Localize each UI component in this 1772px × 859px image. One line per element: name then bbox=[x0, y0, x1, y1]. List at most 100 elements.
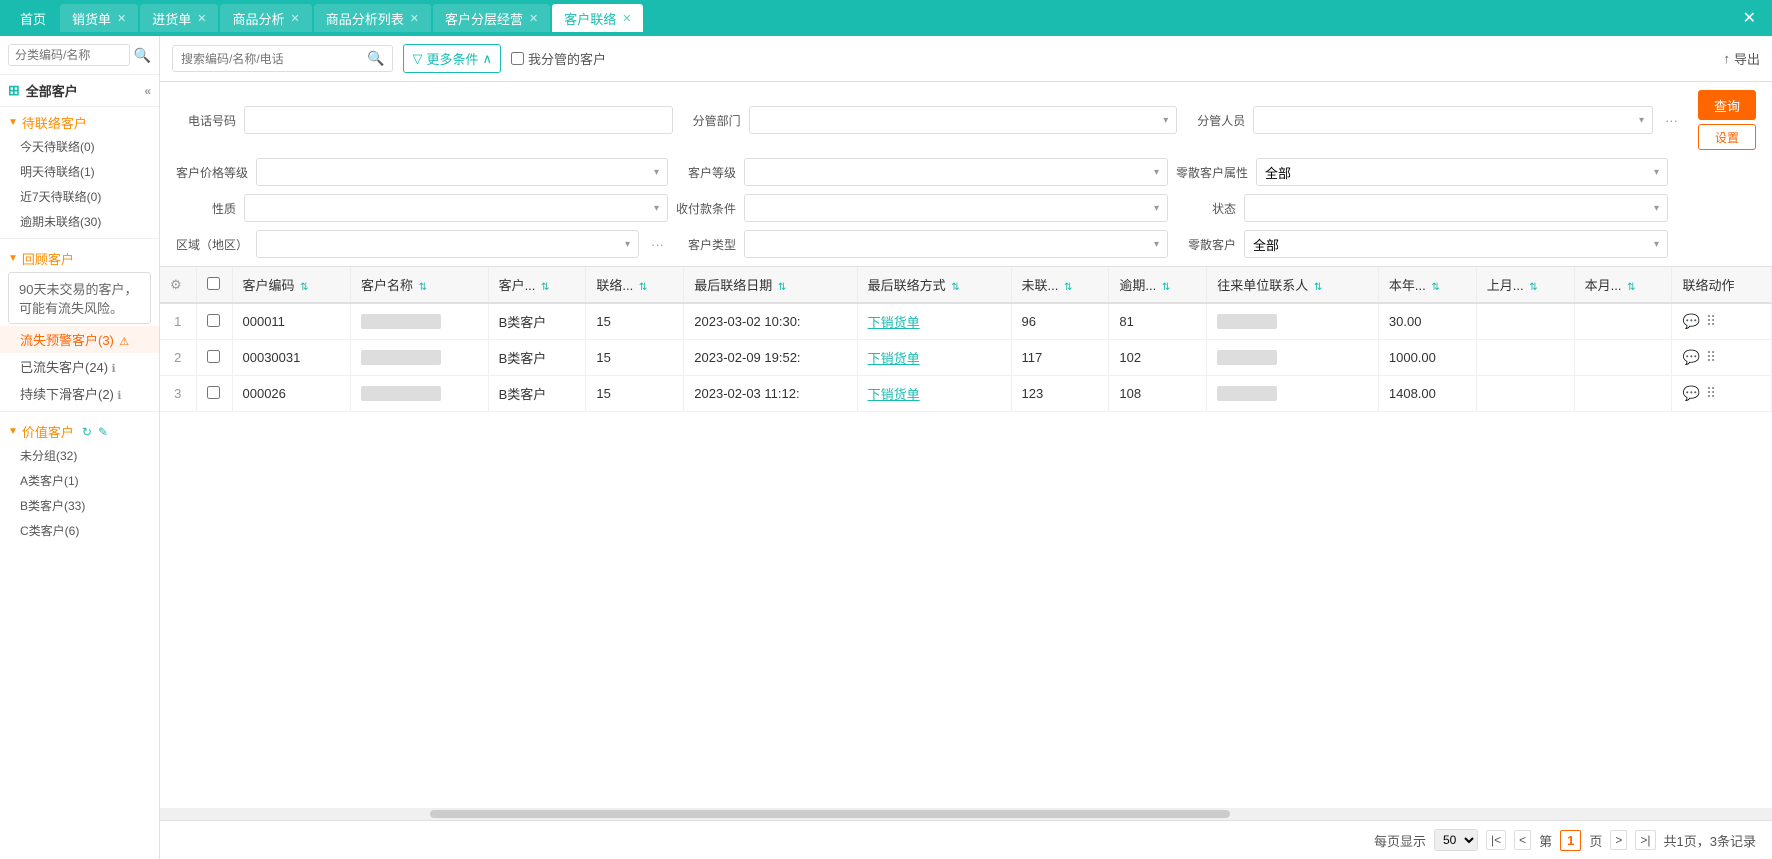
last-method-link-1[interactable]: 下销货单 bbox=[868, 351, 920, 366]
edit-icon[interactable]: ✎ bbox=[98, 425, 108, 439]
sidebar-item-classC[interactable]: C类客户(6) bbox=[0, 518, 159, 543]
query-button[interactable]: 查询 bbox=[1698, 90, 1756, 120]
sidebar-item-classB[interactable]: B类客户(33) bbox=[0, 493, 159, 518]
horizontal-scrollbar[interactable] bbox=[160, 808, 1772, 820]
close-icon-5[interactable]: ✕ bbox=[622, 12, 631, 25]
chat-icon-1[interactable]: 💬 bbox=[1682, 349, 1699, 366]
sort-icon-name[interactable]: ⇅ bbox=[419, 282, 427, 293]
customer-type-select[interactable]: ▾ bbox=[744, 230, 1168, 258]
sidebar-item-overdue[interactable]: 逾期未联络(30) bbox=[0, 209, 159, 234]
more-action-icon-1[interactable]: ⠿ bbox=[1706, 349, 1716, 366]
dept-select[interactable]: ▾ bbox=[749, 106, 1178, 134]
nav-tab-5[interactable]: 客户联络 ✕ bbox=[552, 4, 643, 32]
select-all-checkbox[interactable] bbox=[207, 277, 220, 290]
scrollbar-thumb[interactable] bbox=[430, 810, 1230, 818]
more-action-icon-0[interactable]: ⠿ bbox=[1706, 313, 1716, 330]
sidebar-group-value[interactable]: ▼ 价值客户 ↻ ✎ bbox=[0, 416, 159, 443]
chat-icon-2[interactable]: 💬 bbox=[1682, 385, 1699, 402]
search-input[interactable] bbox=[181, 52, 361, 66]
row-last-method-0[interactable]: 下销货单 bbox=[857, 303, 1011, 340]
col-settings[interactable]: ⚙ bbox=[160, 267, 196, 303]
row-last-method-2[interactable]: 下销货单 bbox=[857, 376, 1011, 412]
sort-icon-contact[interactable]: ⇅ bbox=[639, 282, 647, 293]
last-method-link-2[interactable]: 下销货单 bbox=[868, 387, 920, 402]
chat-icon-0[interactable]: 💬 bbox=[1682, 313, 1699, 330]
row-checkbox-2[interactable] bbox=[196, 376, 232, 412]
sidebar-item-unclassified[interactable]: 未分组(32) bbox=[0, 443, 159, 468]
page-first-button[interactable]: |< bbox=[1486, 830, 1506, 850]
page-next-button[interactable]: > bbox=[1610, 830, 1627, 850]
settings-button[interactable]: 设置 bbox=[1698, 124, 1756, 150]
close-icon-1[interactable]: ✕ bbox=[197, 12, 206, 25]
sidebar-all-customers[interactable]: ⊞ 全部客户 « bbox=[0, 75, 159, 107]
payment-select[interactable]: ▾ bbox=[744, 194, 1168, 222]
page-prev-button[interactable]: < bbox=[1514, 830, 1531, 850]
row-action-0[interactable]: 💬 ⠿ bbox=[1672, 303, 1772, 340]
search-icon[interactable]: 🔍 bbox=[367, 50, 384, 67]
close-icon-3[interactable]: ✕ bbox=[410, 12, 419, 25]
sort-icon-type[interactable]: ⇅ bbox=[541, 282, 549, 293]
per-page-select[interactable]: 50 bbox=[1434, 829, 1478, 851]
close-icon-0[interactable]: ✕ bbox=[117, 12, 126, 25]
more-conditions-button[interactable]: ▽ 更多条件 ∧ bbox=[403, 44, 501, 73]
sparse-customer-select[interactable]: 全部 ▾ bbox=[1244, 230, 1668, 258]
sidebar-group-pending[interactable]: ▼ 待联络客户 bbox=[0, 107, 159, 134]
sort-icon-overdue[interactable]: ⇅ bbox=[1162, 282, 1170, 293]
refresh-icon[interactable]: ↻ bbox=[82, 425, 92, 439]
sort-icon-this-month[interactable]: ⇅ bbox=[1627, 282, 1635, 293]
sidebar-item-7days[interactable]: 近7天待联络(0) bbox=[0, 184, 159, 209]
sidebar-item-churn-warning[interactable]: 流失预警客户(3) ⚠ bbox=[0, 326, 159, 353]
sort-icon-this-year[interactable]: ⇅ bbox=[1431, 282, 1439, 293]
sort-icon-last-date[interactable]: ⇅ bbox=[778, 282, 786, 293]
sidebar-item-churned[interactable]: 已流失客户(24) ℹ bbox=[0, 353, 159, 380]
row-last-date-2: 2023-02-03 11:12: bbox=[684, 376, 857, 412]
sidebar-item-declining[interactable]: 持续下滑客户(2) ℹ bbox=[0, 380, 159, 407]
sidebar-group-review[interactable]: ▼ 回顾客户 bbox=[0, 243, 159, 270]
customer-level-select[interactable]: ▾ bbox=[744, 158, 1168, 186]
row-action-2[interactable]: 💬 ⠿ bbox=[1672, 376, 1772, 412]
region-more-dots[interactable]: ··· bbox=[647, 237, 668, 252]
sparse-attr-select[interactable]: 全部 ▾ bbox=[1256, 158, 1668, 186]
sidebar-item-today[interactable]: 今天待联络(0) bbox=[0, 134, 159, 159]
more-action-icon-2[interactable]: ⠿ bbox=[1706, 385, 1716, 402]
close-icon-2[interactable]: ✕ bbox=[291, 12, 300, 25]
close-icon-4[interactable]: ✕ bbox=[529, 12, 538, 25]
nav-tab-2[interactable]: 商品分析 ✕ bbox=[220, 4, 311, 32]
my-customer-checkbox[interactable]: 我分管的客户 bbox=[511, 49, 606, 68]
sidebar-item-tomorrow[interactable]: 明天待联络(1) bbox=[0, 159, 159, 184]
col-checkbox[interactable] bbox=[196, 267, 232, 303]
page-last-button[interactable]: >| bbox=[1635, 830, 1655, 850]
row-checkbox-0[interactable] bbox=[196, 303, 232, 340]
my-customer-input[interactable] bbox=[511, 52, 524, 65]
sidebar-item-classA[interactable]: A类客户(1) bbox=[0, 468, 159, 493]
nav-tab-4[interactable]: 客户分层经营 ✕ bbox=[433, 4, 550, 32]
export-button[interactable]: ↑ 导出 bbox=[1723, 49, 1760, 68]
row-last-method-1[interactable]: 下销货单 bbox=[857, 340, 1011, 376]
sort-icon-last-method[interactable]: ⇅ bbox=[951, 282, 959, 293]
manager-select[interactable]: ▾ bbox=[1253, 106, 1653, 134]
sort-icon-unlisted[interactable]: ⇅ bbox=[1064, 282, 1072, 293]
sort-icon-last-month[interactable]: ⇅ bbox=[1529, 282, 1537, 293]
phone-input[interactable] bbox=[244, 106, 673, 134]
sort-icon-code[interactable]: ⇅ bbox=[300, 282, 308, 293]
sidebar-search-icon[interactable]: 🔍 bbox=[134, 47, 151, 64]
last-method-link-0[interactable]: 下销货单 bbox=[868, 315, 920, 330]
filter-search-box[interactable]: 🔍 bbox=[172, 45, 393, 72]
settings-icon[interactable]: ⚙ bbox=[170, 277, 182, 292]
nav-tab-1[interactable]: 进货单 ✕ bbox=[140, 4, 218, 32]
home-tab[interactable]: 首页 bbox=[8, 9, 58, 28]
nav-tab-0[interactable]: 销货单 ✕ bbox=[60, 4, 138, 32]
window-close-button[interactable]: ✕ bbox=[1735, 8, 1764, 28]
sort-icon-contact-person[interactable]: ⇅ bbox=[1314, 282, 1322, 293]
region-select[interactable]: ▾ bbox=[256, 230, 639, 258]
nature-select[interactable]: ▾ bbox=[244, 194, 668, 222]
status-select[interactable]: ▾ bbox=[1244, 194, 1668, 222]
price-level-select[interactable]: ▾ bbox=[256, 158, 668, 186]
row-checkbox-1[interactable] bbox=[196, 340, 232, 376]
row-overdue-2: 108 bbox=[1109, 376, 1207, 412]
nav-tab-3[interactable]: 商品分析列表 ✕ bbox=[314, 4, 431, 32]
collapse-icon[interactable]: « bbox=[144, 84, 151, 98]
row-action-1[interactable]: 💬 ⠿ bbox=[1672, 340, 1772, 376]
sidebar-search-input[interactable] bbox=[8, 44, 130, 66]
manager-more-dots[interactable]: ··· bbox=[1661, 113, 1682, 128]
